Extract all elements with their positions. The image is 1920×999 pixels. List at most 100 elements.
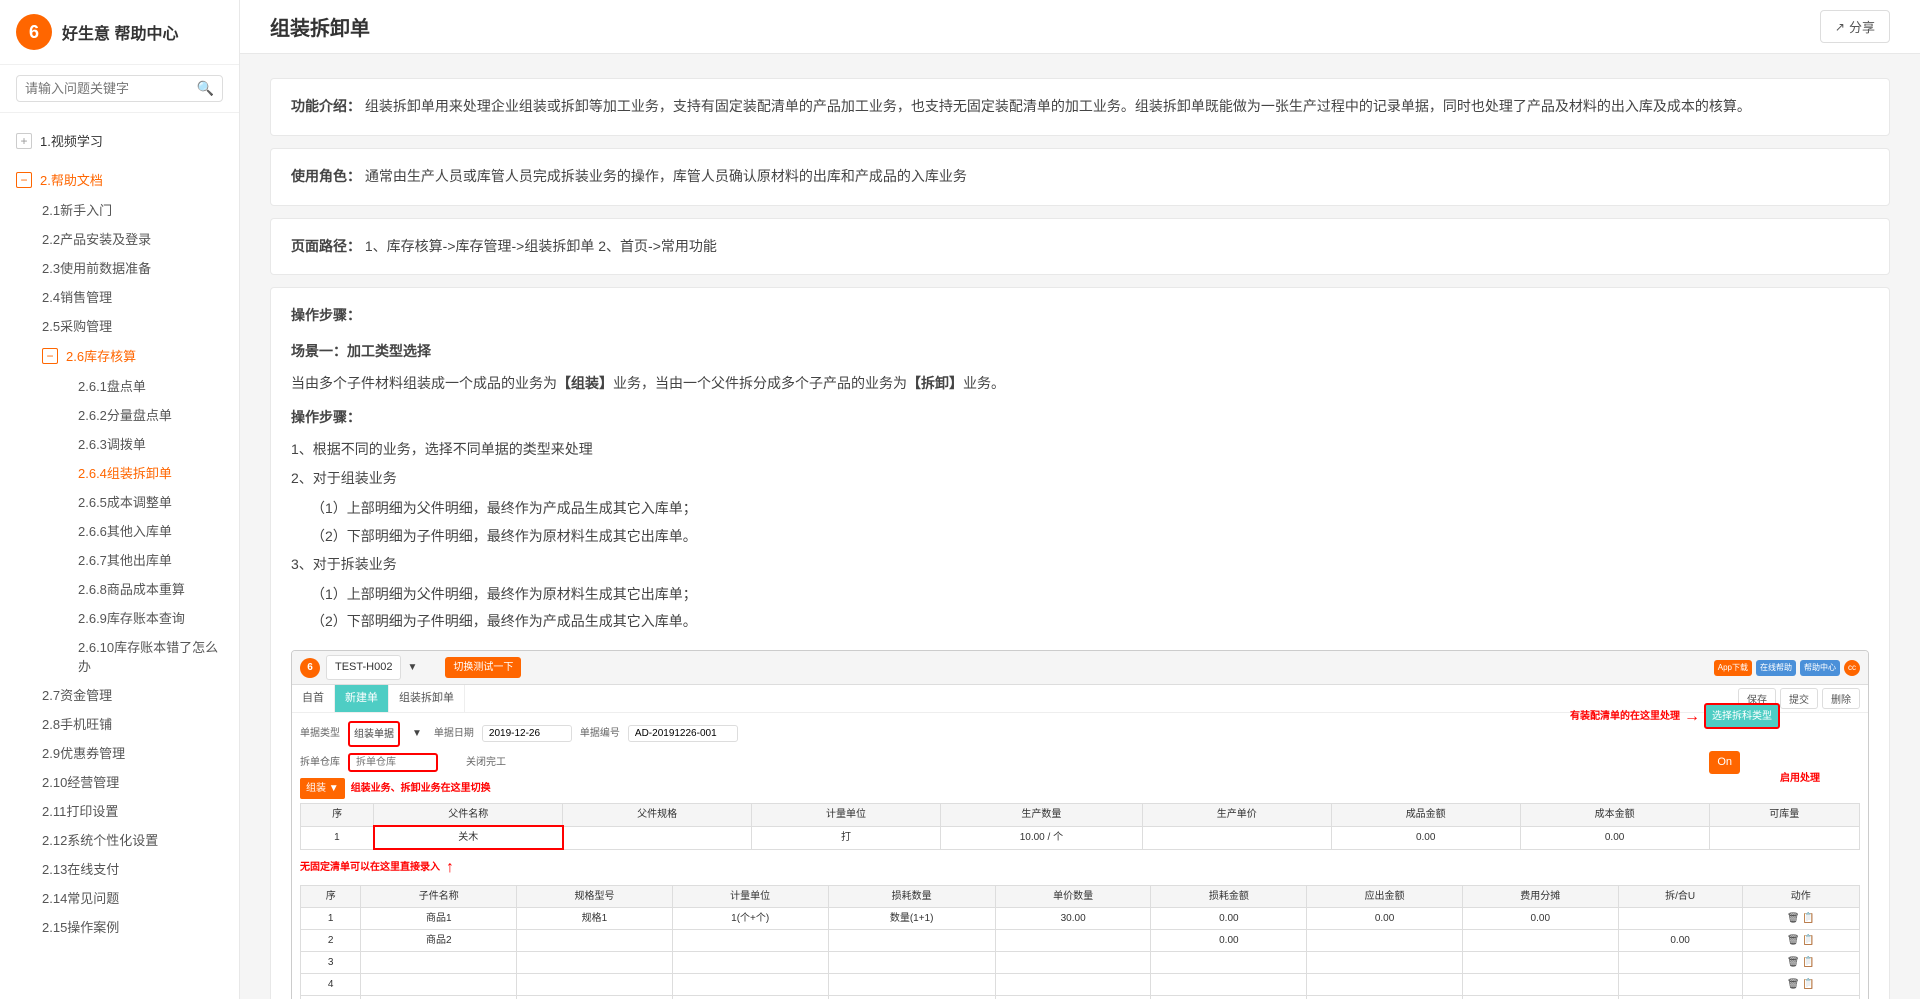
nav-item-2-9[interactable]: 2.9优惠券管理 xyxy=(0,738,239,767)
mock-type-input[interactable]: 组装单据 xyxy=(348,721,400,748)
mock-cell-price xyxy=(1142,826,1331,849)
step3-sub: （1）上部明细为父件明细，最终作为原材料生成其它出库单； （2）下部明细为子件明… xyxy=(291,583,1869,635)
mock-col-parent-name: 父件名称 xyxy=(374,804,563,827)
annotation-red1-arrow: → xyxy=(1684,703,1700,730)
nav-item-2-4[interactable]: 2.4销售管理 xyxy=(0,282,239,311)
mock-date-input[interactable] xyxy=(482,725,572,742)
nav-item-2-10[interactable]: 2.10经营管理 xyxy=(0,767,239,796)
nav-item-video[interactable]: + 1.视频学习 xyxy=(0,125,239,156)
steps-list: 1、根据不同的业务，选择不同单据的类型来处理 2、对于组装业务 （1）上部明细为… xyxy=(291,438,1869,635)
share-icon: ↗ xyxy=(1835,20,1845,34)
mock-bcol-child-name: 子件名称 xyxy=(361,886,517,908)
mock-cell-cost-amt: 0.00 xyxy=(1520,826,1709,849)
mock-bcell-unitqty: 30.00 xyxy=(995,908,1151,930)
nav-item-docs[interactable]: − 2.帮助文档 xyxy=(0,164,239,195)
mock-tab-assemble[interactable]: 组装拆卸单 xyxy=(389,685,465,712)
nav-label-2-6: 2.6库存核算 xyxy=(66,346,136,365)
mock-bcell-unitqty2 xyxy=(995,930,1151,952)
mock-warehouse-input[interactable] xyxy=(348,753,438,772)
logo-area: 6 好生意 帮助中心 xyxy=(0,0,239,65)
nav-item-2-6-6[interactable]: 2.6.6其他入库单 xyxy=(20,516,239,545)
mock-col-available: 可库量 xyxy=(1709,804,1859,827)
mock-bcol-loss-amt: 损耗金额 xyxy=(1151,886,1307,908)
nav-item-2-6-2[interactable]: 2.6.2分量盘点单 xyxy=(20,400,239,429)
mock-new-order-btn[interactable]: 切换测试一下 xyxy=(445,657,521,678)
mock-type-label: 单据类型 xyxy=(300,725,340,742)
mock-table-bottom: 序 子件名称 规格型号 计量单位 损耗数量 单价数量 损耗金额 应出金额 费用分… xyxy=(300,885,1860,999)
nav-item-2-5[interactable]: 2.5采购管理 xyxy=(0,311,239,340)
mock-settings-icon xyxy=(423,660,439,676)
step3: 3、对于拆装业务 xyxy=(291,553,1869,577)
step2-sub2: （2）下部明细为子件明细，最终作为原材料生成其它出库单。 xyxy=(311,525,1869,549)
nav-item-2-6-9[interactable]: 2.6.9库存账本查询 xyxy=(20,603,239,632)
nav-item-2-6-8[interactable]: 2.6.8商品成本重算 xyxy=(20,574,239,603)
mock-process-btn[interactable]: 选择拆科类型 xyxy=(1704,703,1780,730)
mock-num-input[interactable] xyxy=(628,725,738,742)
nav-item-2-6-5[interactable]: 2.6.5成本调整单 xyxy=(20,487,239,516)
page-title: 组装拆卸单 xyxy=(270,12,370,41)
mock-logo-icon: 6 xyxy=(300,658,320,678)
mock-num-label: 单据编号 xyxy=(580,725,620,742)
nav-item-2-6-10[interactable]: 2.6.10库存账本错了怎么办 xyxy=(20,632,239,680)
mock-form-row2: 拆单仓库 关闭完工 On 启用处理 xyxy=(300,753,1860,772)
nav-item-2-6[interactable]: − 2.6库存核算 xyxy=(0,340,239,371)
mock-type-value: 组装单据 xyxy=(354,729,394,740)
mock-bcell-lossamt2: 0.00 xyxy=(1151,930,1307,952)
nav-item-2-15[interactable]: 2.15操作案例 xyxy=(0,912,239,941)
table-row: 2 商品2 0.00 0.00 xyxy=(301,930,1860,952)
mock-bcol-split: 拆/合U xyxy=(1618,886,1742,908)
nav-item-2-6-3[interactable]: 2.6.3调拨单 xyxy=(20,429,239,458)
mock-company-dropdown[interactable]: TEST-H002 xyxy=(326,655,401,680)
table-row: 3🗑 📋 xyxy=(301,952,1860,974)
mock-bcell-outamt2 xyxy=(1307,930,1463,952)
mock-bcell-name2: 商品2 xyxy=(361,930,517,952)
mock-bcell-spec2 xyxy=(517,930,673,952)
role-text: 通常由生产人员或库管人员完成拆装业务的操作，库管人员确认原材料的出库和产成品的入… xyxy=(365,168,967,184)
annotation-red4-arrow: ↑ xyxy=(446,854,454,881)
mock-bcell-unit: 1(个+个) xyxy=(672,908,828,930)
nav-item-2-6-4[interactable]: 2.6.4组装拆卸单 xyxy=(20,458,239,487)
nav-item-2-3[interactable]: 2.3使用前数据准备 xyxy=(0,253,239,282)
mock-delete-btn[interactable]: 删除 xyxy=(1822,688,1860,709)
table-row: 1 商品1 规格1 1(个+个) 数量(1+1) 30.00 0.00 0.00… xyxy=(301,908,1860,930)
nav-item-2-8[interactable]: 2.8手机旺铺 xyxy=(0,709,239,738)
share-label: 分享 xyxy=(1849,17,1875,36)
path-label: 页面路径： xyxy=(291,238,361,254)
step2-sub1: （1）上部明细为父件明细，最终作为产成品生成其它入库单； xyxy=(311,497,1869,521)
mock-bcell-lossqty: 数量(1+1) xyxy=(828,908,995,930)
mock-tab-home[interactable]: 自首 xyxy=(292,685,335,712)
nav-label-video: 1.视频学习 xyxy=(40,131,103,150)
nav-item-2-6-1[interactable]: 2.6.1盘点单 xyxy=(20,371,239,400)
expand-icon-video: + xyxy=(16,133,32,149)
on-badge[interactable]: On xyxy=(1709,751,1740,774)
mock-top-bar: 6 TEST-H002 ▼ 切换测试一下 App下载 在线帮助 帮助中心 cc xyxy=(292,651,1868,685)
nav-section-video: + 1.视频学习 xyxy=(0,121,239,160)
intro-text: 组装拆卸单用来处理企业组装或拆卸等加工业务，支持有固定装配清单的产品加工业务，也… xyxy=(365,98,1751,114)
nav-item-2-1[interactable]: 2.1新手入门 xyxy=(0,195,239,224)
mock-bcell-seq2: 2 xyxy=(301,930,361,952)
mock-form-row1: 单据类型 组装单据 ▼ 单据日期 单据编号 有装配清单的在这里处理 xyxy=(300,721,1860,748)
nav-section-docs: − 2.帮助文档 2.1新手入门 2.2产品安装及登录 2.3使用前数据准备 2… xyxy=(0,160,239,945)
nav-item-2-12[interactable]: 2.12系统个性化设置 xyxy=(0,825,239,854)
nav-item-2-6-7[interactable]: 2.6.7其他出库单 xyxy=(20,545,239,574)
logo-text: 好生意 帮助中心 xyxy=(62,20,178,44)
annotation-red2-text: 组装业务、拆卸业务在这里切换 xyxy=(351,780,491,797)
nav-item-2-11[interactable]: 2.11打印设置 xyxy=(0,796,239,825)
mock-submit-btn[interactable]: 提交 xyxy=(1780,688,1818,709)
share-button[interactable]: ↗ 分享 xyxy=(1820,10,1890,43)
screenshot-container: 6 TEST-H002 ▼ 切换测试一下 App下载 在线帮助 帮助中心 cc xyxy=(291,650,1869,999)
mock-bcol-action: 动作 xyxy=(1742,886,1859,908)
nav-item-2-13[interactable]: 2.13在线支付 xyxy=(0,854,239,883)
search-input[interactable] xyxy=(25,81,197,96)
mock-app-icon: App下载 xyxy=(1714,660,1752,676)
search-icon[interactable]: 🔍 xyxy=(197,80,214,97)
nav-item-2-2[interactable]: 2.2产品安装及登录 xyxy=(0,224,239,253)
mock-tab-new[interactable]: 新建单 xyxy=(335,685,389,712)
nav-item-2-7[interactable]: 2.7资金管理 xyxy=(0,680,239,709)
mock-section-row: 组装 ▼ 组装业务、拆卸业务在这里切换 xyxy=(300,778,1860,799)
collapse-icon-docs: − xyxy=(16,172,32,188)
intro-card: 功能介绍： 组装拆卸单用来处理企业组装或拆卸等加工业务，支持有固定装配清单的产品… xyxy=(270,78,1890,136)
mock-col-unit: 计量单位 xyxy=(752,804,941,827)
mock-col-cost-amount: 成本金额 xyxy=(1520,804,1709,827)
nav-item-2-14[interactable]: 2.14常见问题 xyxy=(0,883,239,912)
